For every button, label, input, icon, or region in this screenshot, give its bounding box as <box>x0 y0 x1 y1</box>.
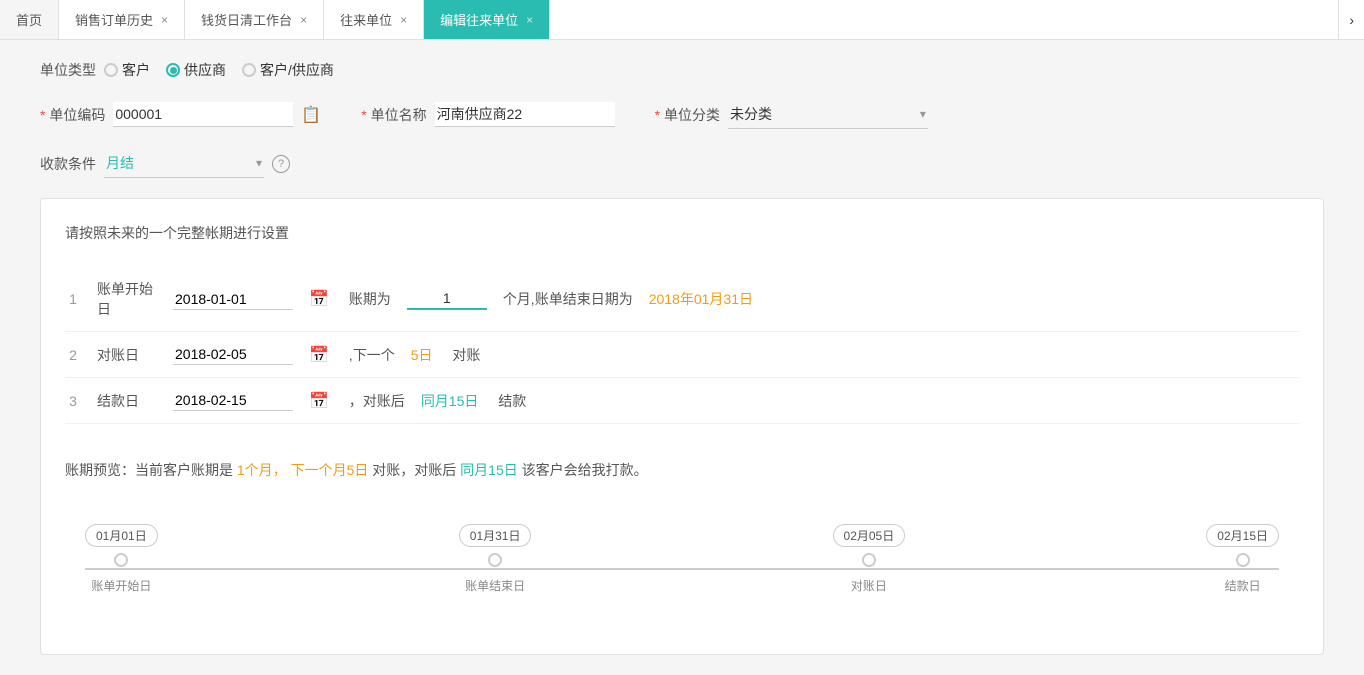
unit-name-field: 单位名称 <box>361 102 614 127</box>
unit-type-row: 单位类型 客户 供应商 客户/供应商 <box>40 60 1324 80</box>
timeline-point-end: 01月31日 账单结束日 <box>459 524 532 594</box>
settings-panel: 请按照未来的一个完整帐期进行设置 1 账单开始日 📅 账期为 个月,账单结束日期… <box>40 198 1324 655</box>
calendar-icon-1[interactable]: 📅 <box>309 289 329 309</box>
row-num-3: 3 <box>65 393 81 409</box>
row-label-1: 账单开始日 <box>97 279 157 319</box>
date-input-3[interactable] <box>173 390 293 411</box>
period-prefix-1: 账期为 <box>345 289 391 309</box>
payment-terms-value: 月结 <box>106 153 256 173</box>
unit-code-label: 单位编码 <box>40 105 105 125</box>
panel-description: 请按照未来的一个完整帐期进行设置 <box>65 223 1299 243</box>
timeline-dot-start <box>114 553 128 567</box>
preview-section: 账期预览：当前客户账期是 1个月， 下一个月5日 对账，对账后 同月15日 该客… <box>65 444 1299 634</box>
timeline-points: 01月01日 账单开始日 01月31日 账单结束日 02月05日 对账 <box>85 524 1279 594</box>
calendar-icon-2[interactable]: 📅 <box>309 345 329 365</box>
radio-circle-supplier <box>166 63 180 77</box>
reconcile-prefix: ,下一个 <box>345 345 395 365</box>
timeline-dot-end <box>488 553 502 567</box>
timeline-date-start: 01月01日 <box>85 524 158 547</box>
tab-close-cash[interactable]: × <box>300 13 307 27</box>
payment-terms-field: 收款条件 月结 ▾ ? <box>40 149 290 178</box>
unit-name-label: 单位名称 <box>361 105 426 125</box>
unit-type-label: 单位类型 <box>40 60 96 80</box>
unit-info-row: 单位编码 📋 单位名称 单位分类 未分类 ▾ <box>40 100 1324 129</box>
preview-end: 该客户会给我打款。 <box>522 462 648 478</box>
unit-category-value: 未分类 <box>730 104 920 124</box>
row-label-3: 结款日 <box>97 391 157 411</box>
timeline-dot-payment <box>1236 553 1250 567</box>
tab-sales-order-history[interactable]: 销售订单历史 × <box>59 0 185 39</box>
timeline-label-end: 账单结束日 <box>465 577 525 594</box>
period-end-date: 2018年01月31日 <box>649 289 753 309</box>
timeline-dot-reconcile <box>862 553 876 567</box>
tab-more-arrow[interactable]: › <box>1338 0 1364 39</box>
row-num-2: 2 <box>65 347 81 363</box>
timeline-point-reconcile: 02月05日 对账日 <box>833 524 906 594</box>
timeline-label-payment: 结款日 <box>1225 577 1261 594</box>
tab-bar: 首页 销售订单历史 × 钱货日清工作台 × 往来单位 × 编辑往来单位 × › <box>0 0 1364 40</box>
tab-close-sales[interactable]: × <box>161 13 168 27</box>
payment-suffix: 结款 <box>494 391 526 411</box>
date-input-1[interactable] <box>173 289 293 310</box>
row-label-2: 对账日 <box>97 345 157 365</box>
preview-text: 账期预览：当前客户账期是 1个月， 下一个月5日 对账，对账后 同月15日 该客… <box>65 460 1299 480</box>
timeline-date-reconcile: 02月05日 <box>833 524 906 547</box>
preview-part1: 1个月， <box>237 462 287 478</box>
help-icon[interactable]: ? <box>272 155 290 173</box>
timeline-date-end: 01月31日 <box>459 524 532 547</box>
unit-code-field: 单位编码 📋 <box>40 102 321 127</box>
unit-category-label: 单位分类 <box>655 105 720 125</box>
radio-customer[interactable]: 客户 <box>104 60 150 80</box>
unit-category-select[interactable]: 未分类 ▾ <box>728 100 928 129</box>
preview-part2: 下一个月5日 <box>291 462 369 478</box>
payment-terms-row: 收款条件 月结 ▾ ? <box>40 149 1324 178</box>
tab-cash-work[interactable]: 钱货日清工作台 × <box>185 0 324 39</box>
unit-type-field: 单位类型 客户 供应商 客户/供应商 <box>40 60 334 80</box>
copy-icon[interactable]: 📋 <box>301 105 321 125</box>
payment-terms-select[interactable]: 月结 ▾ <box>104 149 264 178</box>
radio-circle-cs <box>242 63 256 77</box>
reconcile-suffix: 对账 <box>449 345 481 365</box>
preview-label: 账期预览：当前客户账期是 <box>65 462 233 478</box>
tab-edit-partner[interactable]: 编辑往来单位 × <box>424 0 550 39</box>
unit-category-field: 单位分类 未分类 ▾ <box>655 100 928 129</box>
setting-row-1: 1 账单开始日 📅 账期为 个月,账单结束日期为 2018年01月31日 <box>65 267 1299 332</box>
unit-type-radio-group: 客户 供应商 客户/供应商 <box>104 60 334 80</box>
timeline-container: 01月01日 账单开始日 01月31日 账单结束日 02月05日 对账 <box>65 504 1299 634</box>
unit-name-input[interactable] <box>435 102 615 127</box>
payment-prefix: ，对账后 <box>345 391 405 411</box>
radio-customer-supplier[interactable]: 客户/供应商 <box>242 60 334 80</box>
row-num-1: 1 <box>65 291 81 307</box>
calendar-icon-3[interactable]: 📅 <box>309 391 329 411</box>
tab-partner-unit[interactable]: 往来单位 × <box>324 0 424 39</box>
payment-day: 同月15日 <box>421 391 479 411</box>
chevron-down-icon: ▾ <box>920 107 926 121</box>
chevron-right-icon: › <box>1349 12 1354 28</box>
timeline-date-payment: 02月15日 <box>1206 524 1279 547</box>
tab-close-edit-partner[interactable]: × <box>526 13 533 27</box>
setting-row-2: 2 对账日 📅 ,下一个 5日 对账 <box>65 332 1299 378</box>
timeline-label-start: 账单开始日 <box>91 577 151 594</box>
main-content: 单位类型 客户 供应商 客户/供应商 单位编码 📋 <box>0 40 1364 675</box>
reconcile-day: 5日 <box>411 345 433 365</box>
date-input-2[interactable] <box>173 344 293 365</box>
period-unit-1: 个月,账单结束日期为 <box>503 289 633 309</box>
tab-home[interactable]: 首页 <box>0 0 59 39</box>
period-input-1[interactable] <box>407 288 487 310</box>
setting-row-3: 3 结款日 📅 ，对账后 同月15日 结款 <box>65 378 1299 424</box>
chevron-down-icon-2: ▾ <box>256 156 262 170</box>
preview-part3: 同月15日 <box>460 462 518 478</box>
tab-close-partner[interactable]: × <box>400 13 407 27</box>
timeline-label-reconcile: 对账日 <box>851 577 887 594</box>
timeline-point-payment: 02月15日 结款日 <box>1206 524 1279 594</box>
timeline-point-start: 01月01日 账单开始日 <box>85 524 158 594</box>
payment-terms-label: 收款条件 <box>40 154 96 174</box>
preview-mid: 对账，对账后 <box>372 462 456 478</box>
unit-code-input[interactable] <box>113 102 293 127</box>
radio-supplier[interactable]: 供应商 <box>166 60 226 80</box>
radio-circle-customer <box>104 63 118 77</box>
